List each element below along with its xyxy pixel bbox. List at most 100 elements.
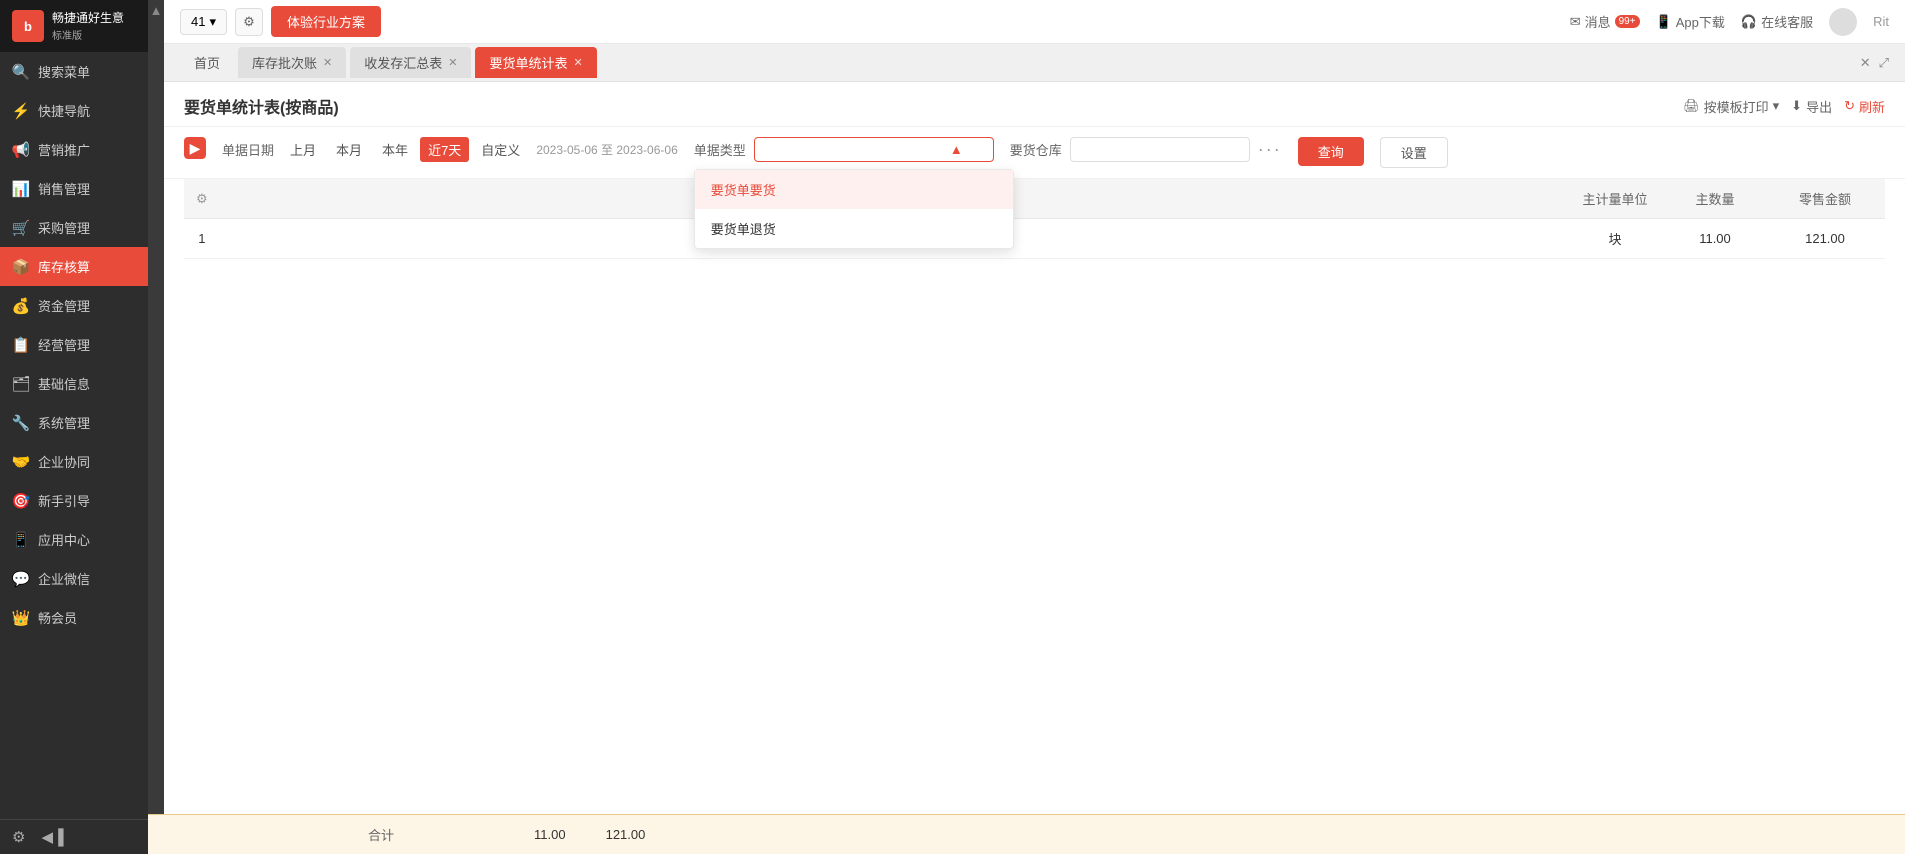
- phone-icon: 📱: [1656, 14, 1672, 30]
- date-btn-本年[interactable]: 本年: [374, 137, 416, 162]
- online-service-label: 在线客服: [1761, 12, 1813, 31]
- column-settings-icon[interactable]: ⚙: [196, 191, 208, 206]
- quick-nav-icon: ⚡: [12, 102, 30, 120]
- page-content: 要货单统计表(按商品) 🖨 按模板打印 ▾ ⬇ 导出 ↻ 刷新: [164, 82, 1905, 854]
- tab-home[interactable]: 首页: [180, 47, 234, 78]
- export-button[interactable]: ⬇ 导出: [1791, 97, 1832, 116]
- topbar-right: ✉ 消息 99+ 📱 App下载 🎧 在线客服 Rit: [1570, 8, 1889, 36]
- page-actions: 🖨 按模板打印 ▾ ⬇ 导出 ↻ 刷新: [1683, 97, 1885, 116]
- expand-icon[interactable]: ⤢: [1879, 55, 1889, 71]
- filter-toggle-button[interactable]: ▶: [184, 137, 206, 159]
- sidebar-item-system[interactable]: 🔧 系统管理: [0, 403, 148, 442]
- headset-icon: 🎧: [1741, 14, 1757, 30]
- topbar: 41 ▾ ⚙ 体验行业方案 ✉ 消息 99+ 📱 App下载 🎧 在线客服: [164, 0, 1905, 44]
- filter-bar: ▶ 单据日期 上月本月本年近7天自定义 2023-05-06 至 2023-06…: [164, 127, 1905, 179]
- type-select-up-icon[interactable]: ▲: [950, 142, 963, 157]
- tab-order-stats[interactable]: 要货单统计表 ✕: [475, 47, 596, 78]
- more-options-button[interactable]: ···: [1258, 139, 1282, 160]
- store-selector[interactable]: 41 ▾: [180, 9, 227, 35]
- sidebar-item-member[interactable]: 👑畅会员: [0, 598, 148, 637]
- collapse-icon[interactable]: ◀▐: [41, 828, 63, 846]
- sidebar-label: 资金管理: [38, 296, 90, 315]
- page-header: 要货单统计表(按商品) 🖨 按模板打印 ▾ ⬇ 导出 ↻ 刷新: [164, 82, 1905, 127]
- warehouse-label: 要货仓库: [1010, 140, 1062, 159]
- table-header-row: ⚙ 商品 主计量单位 主数量 零售金额: [184, 179, 1885, 219]
- sidebar-item-sales[interactable]: 📊 销售管理: [0, 169, 148, 208]
- sidebar-item-operation[interactable]: 📋 经营管理: [0, 325, 148, 364]
- user-avatar[interactable]: [1829, 8, 1857, 36]
- col-header-settings: ⚙: [184, 179, 220, 219]
- dropdown-item-order-goods[interactable]: 要货单要货: [695, 170, 1013, 209]
- cell-seq: 1: [184, 219, 220, 259]
- type-select[interactable]: ▲: [754, 137, 994, 162]
- sidebar-item-purchase[interactable]: 🛒采购管理: [0, 208, 148, 247]
- sidebar-label: 系统管理: [38, 413, 90, 432]
- sidebar-item-enterprise-wechat[interactable]: 💬企业微信: [0, 559, 148, 598]
- search-button[interactable]: 查询: [1298, 137, 1364, 166]
- sidebar-item-finance[interactable]: 💰 资金管理: [0, 286, 148, 325]
- sidebar-item-quick-nav[interactable]: ⚡快捷导航: [0, 91, 148, 130]
- trial-button[interactable]: 体验行业方案: [271, 6, 381, 37]
- gear-button[interactable]: ⚙: [235, 8, 263, 36]
- dropdown-arrow-icon: ▾: [209, 14, 216, 30]
- store-number: 41: [191, 14, 205, 29]
- tab-close-icon[interactable]: ✕: [448, 56, 457, 69]
- settings-icon[interactable]: ⚙: [12, 828, 25, 846]
- export-icon: ⬇: [1791, 98, 1802, 114]
- message-icon: ✉: [1570, 14, 1581, 30]
- refresh-icon: ↻: [1844, 98, 1855, 114]
- tab-inventory-batch[interactable]: 库存批次账✕: [238, 47, 346, 78]
- sidebar-scroll-arrows: ▲ ▼: [148, 0, 164, 854]
- app-download-button[interactable]: 📱 App下载: [1656, 12, 1725, 31]
- date-btn-本月[interactable]: 本月: [328, 137, 370, 162]
- sidebar-item-basic[interactable]: 🗂基础信息: [0, 364, 148, 403]
- app-center-icon: 📱: [12, 531, 30, 549]
- type-input[interactable]: [765, 142, 950, 157]
- type-dropdown: 要货单要货 要货单退货: [694, 169, 1014, 249]
- operation-icon: 📋: [12, 336, 30, 354]
- sidebar-item-enterprise[interactable]: 🤝企业协同: [0, 442, 148, 481]
- sidebar-label: 企业微信: [38, 569, 90, 588]
- tab-label: 首页: [194, 53, 220, 72]
- tab-label: 要货单统计表: [489, 53, 567, 72]
- sidebar-label: 畅会员: [38, 608, 77, 627]
- tab-receive-summary[interactable]: 收发存汇总表✕: [350, 47, 471, 78]
- footer-total-quantity: 11.00: [394, 827, 566, 842]
- purchase-icon: 🛒: [12, 219, 30, 237]
- date-btn-上月[interactable]: 上月: [282, 137, 324, 162]
- basic-icon: 🗂: [12, 375, 30, 393]
- type-label: 单据类型: [694, 140, 746, 159]
- sales-icon: 📊: [12, 180, 30, 198]
- close-all-icon[interactable]: ✕: [1860, 55, 1871, 71]
- date-label: 单据日期: [222, 140, 274, 159]
- tab-close-icon[interactable]: ✕: [574, 56, 583, 69]
- warehouse-input[interactable]: [1070, 137, 1250, 162]
- enterprise-icon: 🤝: [12, 453, 30, 471]
- sidebar-label: 经营管理: [38, 335, 90, 354]
- scroll-up-arrow[interactable]: ▲: [148, 0, 164, 20]
- inventory-icon: 📦: [12, 258, 30, 276]
- online-service-button[interactable]: 🎧 在线客服: [1741, 12, 1813, 31]
- finance-icon: 💰: [12, 297, 30, 315]
- sidebar-item-guide[interactable]: 🎯新手引导: [0, 481, 148, 520]
- tab-close-icon[interactable]: ✕: [323, 56, 332, 69]
- dropdown-item-order-return[interactable]: 要货单退货: [695, 209, 1013, 248]
- system-icon: 🔧: [12, 414, 30, 432]
- sidebar-item-marketing[interactable]: 📢营销推广: [0, 130, 148, 169]
- date-btn-自定义[interactable]: 自定义: [473, 137, 528, 162]
- settings-button[interactable]: 设置: [1380, 137, 1448, 168]
- company-name: 畅捷通好生意: [52, 10, 124, 27]
- message-button[interactable]: ✉ 消息 99+: [1570, 12, 1640, 31]
- sidebar-item-search[interactable]: 🔍搜索菜单: [0, 52, 148, 91]
- logo-icon: b: [12, 10, 44, 42]
- print-button[interactable]: 🖨 按模板打印 ▾: [1683, 97, 1779, 116]
- date-btn-近7天[interactable]: 近7天: [420, 137, 469, 162]
- sidebar-label: 销售管理: [38, 179, 90, 198]
- table-footer: 合计 11.00 121.00: [164, 814, 1905, 854]
- date-range-display: 2023-05-06 至 2023-06-06: [536, 141, 677, 158]
- sidebar-item-app-center[interactable]: 📱应用中心: [0, 520, 148, 559]
- refresh-button[interactable]: ↻ 刷新: [1844, 97, 1885, 116]
- message-label: 消息: [1585, 12, 1611, 31]
- table-row: 1 块 11.00 121.00: [184, 219, 1885, 259]
- sidebar-item-inventory[interactable]: 📦库存核算: [0, 247, 148, 286]
